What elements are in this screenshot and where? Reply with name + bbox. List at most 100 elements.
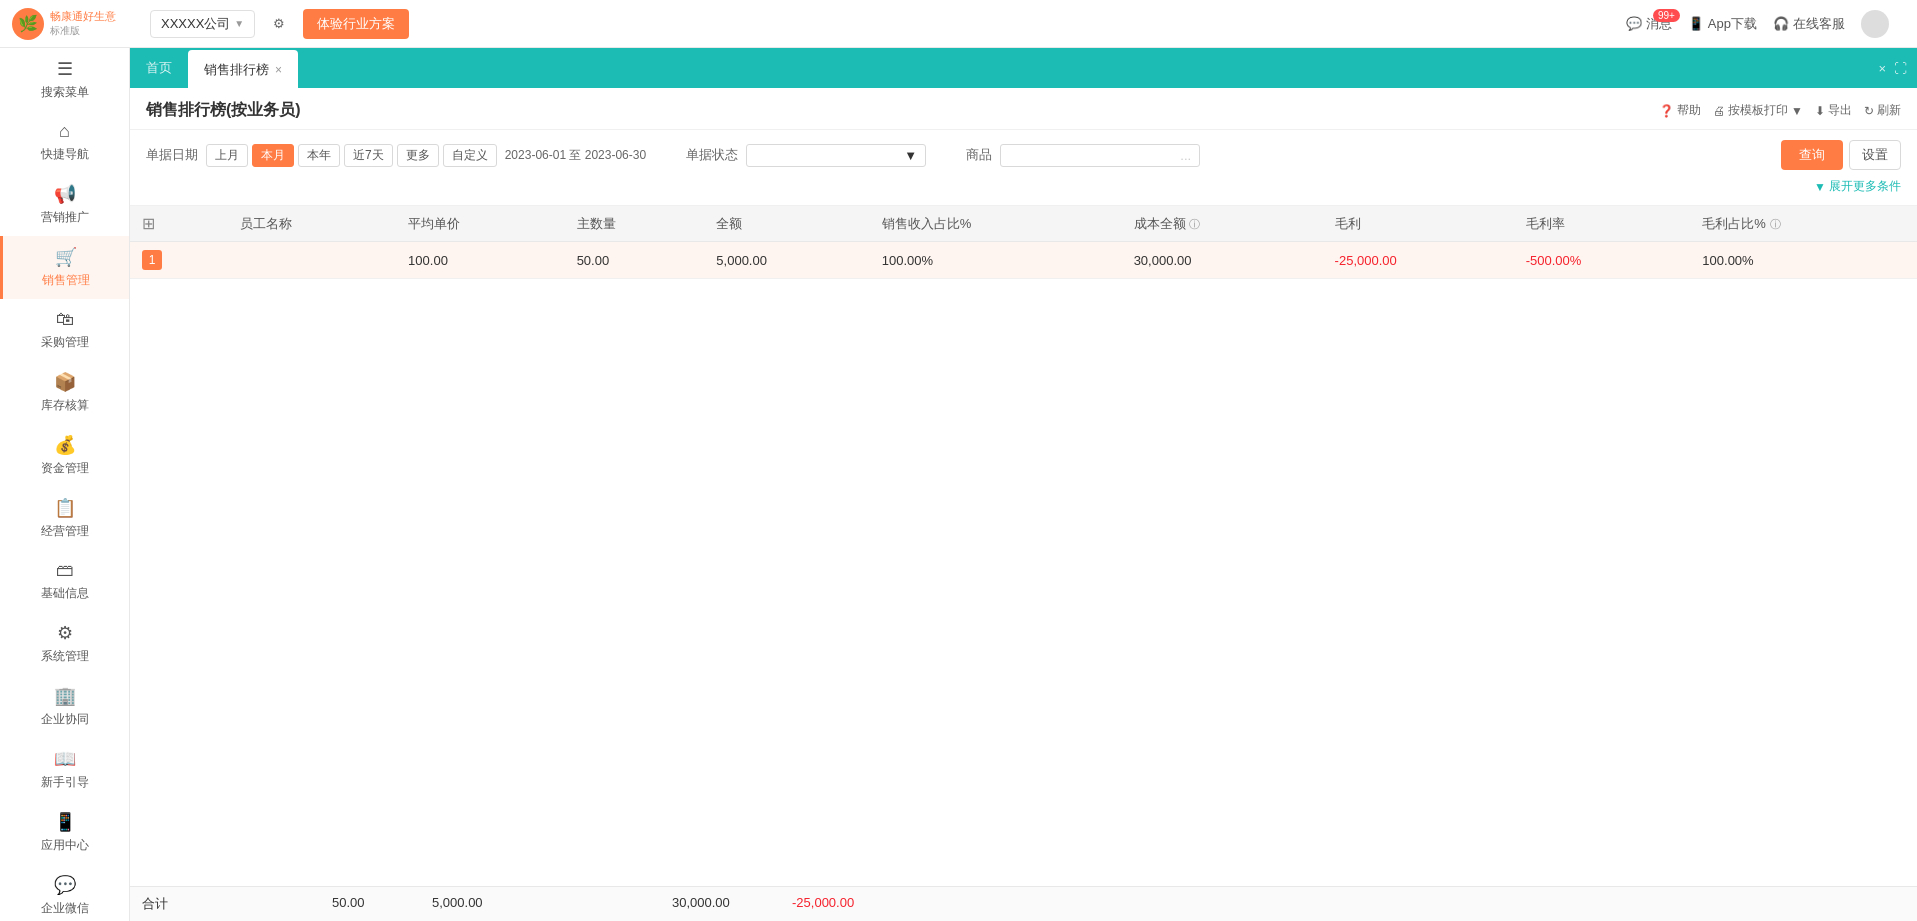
col-gross-pct: 毛利占比% ⓘ: [1690, 206, 1917, 242]
help-icon: ❓: [1659, 104, 1674, 118]
topbar-settings-button[interactable]: ⚙: [265, 10, 293, 38]
app-download-button[interactable]: 📱 App下载: [1688, 15, 1757, 33]
sidebar-item-search-order[interactable]: ☰ 搜索菜单: [0, 48, 129, 111]
status-filter-group: 单据状态 ▼: [686, 144, 926, 167]
table-body: 1 100.00 50.00 5,000.00 100.00% 30,000.0…: [130, 242, 1917, 279]
online-service-button[interactable]: 🎧 在线客服: [1773, 15, 1845, 33]
footer-amount: 5,000.00: [432, 895, 552, 913]
sidebar-item-quick-nav[interactable]: ⌂ 快捷导航: [0, 111, 129, 173]
sidebar-label-sales: 销售管理: [42, 272, 90, 289]
trial-button[interactable]: 体验行业方案: [303, 9, 409, 39]
sidebar-item-marketing[interactable]: 📢 营销推广: [0, 173, 129, 236]
expand-label: 展开更多条件: [1829, 178, 1901, 195]
sidebar-label-purchase: 采购管理: [41, 334, 89, 351]
sidebar-item-sales[interactable]: 🛒 销售管理: [0, 236, 129, 299]
user-avatar[interactable]: [1861, 10, 1889, 38]
goods-select[interactable]: ...: [1000, 144, 1200, 167]
page-content: 销售排行榜(按业务员) ❓ 帮助 🖨 按模板打印 ▼ ⬇: [130, 88, 1917, 921]
online-service-label: 在线客服: [1793, 15, 1845, 33]
company-dropdown-arrow: ▼: [234, 18, 244, 29]
sales-icon: 🛒: [55, 246, 77, 268]
sidebar-item-enterprise[interactable]: 🏢 企业协同: [0, 675, 129, 738]
gross-pct-info-icon[interactable]: ⓘ: [1770, 218, 1781, 230]
expand-conditions-button[interactable]: ▼ 展开更多条件: [1814, 178, 1901, 195]
guide-icon: 📖: [54, 748, 76, 770]
cost-info-icon[interactable]: ⓘ: [1189, 218, 1200, 230]
column-settings-icon[interactable]: ⊞: [142, 215, 155, 232]
app-download-label: App下载: [1708, 15, 1757, 33]
footer-sales-pct: [552, 895, 672, 913]
date-btn-custom[interactable]: 自定义: [443, 144, 497, 167]
query-button[interactable]: 查询: [1781, 140, 1843, 170]
sidebar-item-system[interactable]: ⚙ 系统管理: [0, 612, 129, 675]
settings-button[interactable]: 设置: [1849, 140, 1901, 170]
footer-avg-price: [232, 895, 332, 913]
sidebar-item-purchase[interactable]: 🛍 采购管理: [0, 299, 129, 361]
tab-sales-rank-label: 销售排行榜: [204, 61, 269, 79]
sidebar-label-guide: 新手引导: [41, 774, 89, 791]
sidebar-item-operation[interactable]: 📋 经营管理: [0, 487, 129, 550]
tab-close-icon[interactable]: ×: [275, 63, 282, 77]
sidebar-label-appcenter: 应用中心: [41, 837, 89, 854]
sidebar-label-quicknav: 快捷导航: [41, 146, 89, 163]
date-btn-last-month[interactable]: 上月: [206, 144, 248, 167]
status-select[interactable]: ▼: [746, 144, 926, 167]
sidebar-item-basic-info[interactable]: 🗃 基础信息: [0, 550, 129, 612]
col-amount: 全额: [704, 206, 869, 242]
tab-maximize-icon[interactable]: ⛶: [1894, 61, 1907, 76]
content-area: 首页 销售排行榜 × × ⛶ 销售排行榜(按业务员): [130, 48, 1917, 921]
logo-area: 🌿 畅康通好生意 标准版: [12, 8, 140, 40]
sidebar-item-wechat[interactable]: 💬 企业微信: [0, 864, 129, 921]
refresh-button[interactable]: ↻ 刷新: [1864, 102, 1901, 119]
operation-icon: 📋: [54, 497, 76, 519]
filter-actions: 查询 设置: [1781, 140, 1901, 170]
tab-home-label: 首页: [146, 59, 172, 77]
wechat-icon: 💬: [54, 874, 76, 896]
date-btn-more[interactable]: 更多: [397, 144, 439, 167]
message-button[interactable]: 💬 消息 99+: [1626, 15, 1672, 33]
cell-avg-price: 100.00: [396, 242, 565, 279]
table-header-row: ⊞ 员工名称 平均单价 主数量 全额 销售收入占比% 成本全额 ⓘ 毛利 毛利率: [130, 206, 1917, 242]
tab-bar: 首页 销售排行榜 × × ⛶: [130, 48, 1917, 88]
date-btn-this-month[interactable]: 本月: [252, 144, 294, 167]
print-label: 按模板打印: [1728, 102, 1788, 119]
tab-close-all-icon[interactable]: ×: [1878, 61, 1886, 76]
company-selector[interactable]: XXXXX公司 ▼: [150, 10, 255, 38]
rank-badge: 1: [142, 250, 162, 270]
cell-amount: 5,000.00: [704, 242, 869, 279]
print-dropdown-arrow: ▼: [1791, 104, 1803, 118]
sidebar-label-finance: 资金管理: [41, 460, 89, 477]
tab-home[interactable]: 首页: [130, 48, 188, 88]
col-settings-header[interactable]: ⊞: [130, 206, 228, 242]
purchase-icon: 🛍: [56, 309, 74, 330]
print-icon: 🖨: [1713, 104, 1725, 118]
cell-gross: -25,000.00: [1323, 242, 1514, 279]
table-footer: 合计 50.00 5,000.00 30,000.00 -25,000.00: [130, 886, 1917, 921]
app-container: 🌿 畅康通好生意 标准版 XXXXX公司 ▼ ⚙ 体验行业方案 💬 消息 99+…: [0, 0, 1917, 921]
message-icon: 💬: [1626, 16, 1642, 31]
print-button[interactable]: 🖨 按模板打印 ▼: [1713, 102, 1803, 119]
date-btn-7days[interactable]: 近7天: [344, 144, 393, 167]
page-header-actions: ❓ 帮助 🖨 按模板打印 ▼ ⬇ 导出 ↻: [1659, 102, 1901, 119]
export-button[interactable]: ⬇ 导出: [1815, 102, 1852, 119]
sidebar-item-inventory[interactable]: 📦 库存核算: [0, 361, 129, 424]
goods-filter-group: 商品 ...: [966, 144, 1200, 167]
date-btn-this-year[interactable]: 本年: [298, 144, 340, 167]
date-buttons: 上月 本月 本年 近7天 更多 自定义: [206, 144, 497, 167]
message-badge: 99+: [1653, 9, 1680, 22]
basicinfo-icon: 🗃: [56, 560, 74, 581]
tab-sales-rank[interactable]: 销售排行榜 ×: [188, 50, 298, 90]
sidebar-item-guide[interactable]: 📖 新手引导: [0, 738, 129, 801]
status-select-arrow: ▼: [904, 148, 917, 163]
footer-gross: -25,000.00: [792, 895, 912, 913]
logo-icon: 🌿: [12, 8, 44, 40]
filter-section: 单据日期 上月 本月 本年 近7天 更多 自定义 2023-06-01 至 20…: [130, 130, 1917, 206]
sidebar-item-finance[interactable]: 💰 资金管理: [0, 424, 129, 487]
sidebar-item-app-center[interactable]: 📱 应用中心: [0, 801, 129, 864]
status-filter-label: 单据状态: [686, 146, 738, 164]
col-qty: 主数量: [565, 206, 705, 242]
refresh-icon: ↻: [1864, 104, 1874, 118]
logo-badge: 标准版: [50, 24, 116, 38]
col-gross: 毛利: [1323, 206, 1514, 242]
help-button[interactable]: ❓ 帮助: [1659, 102, 1701, 119]
